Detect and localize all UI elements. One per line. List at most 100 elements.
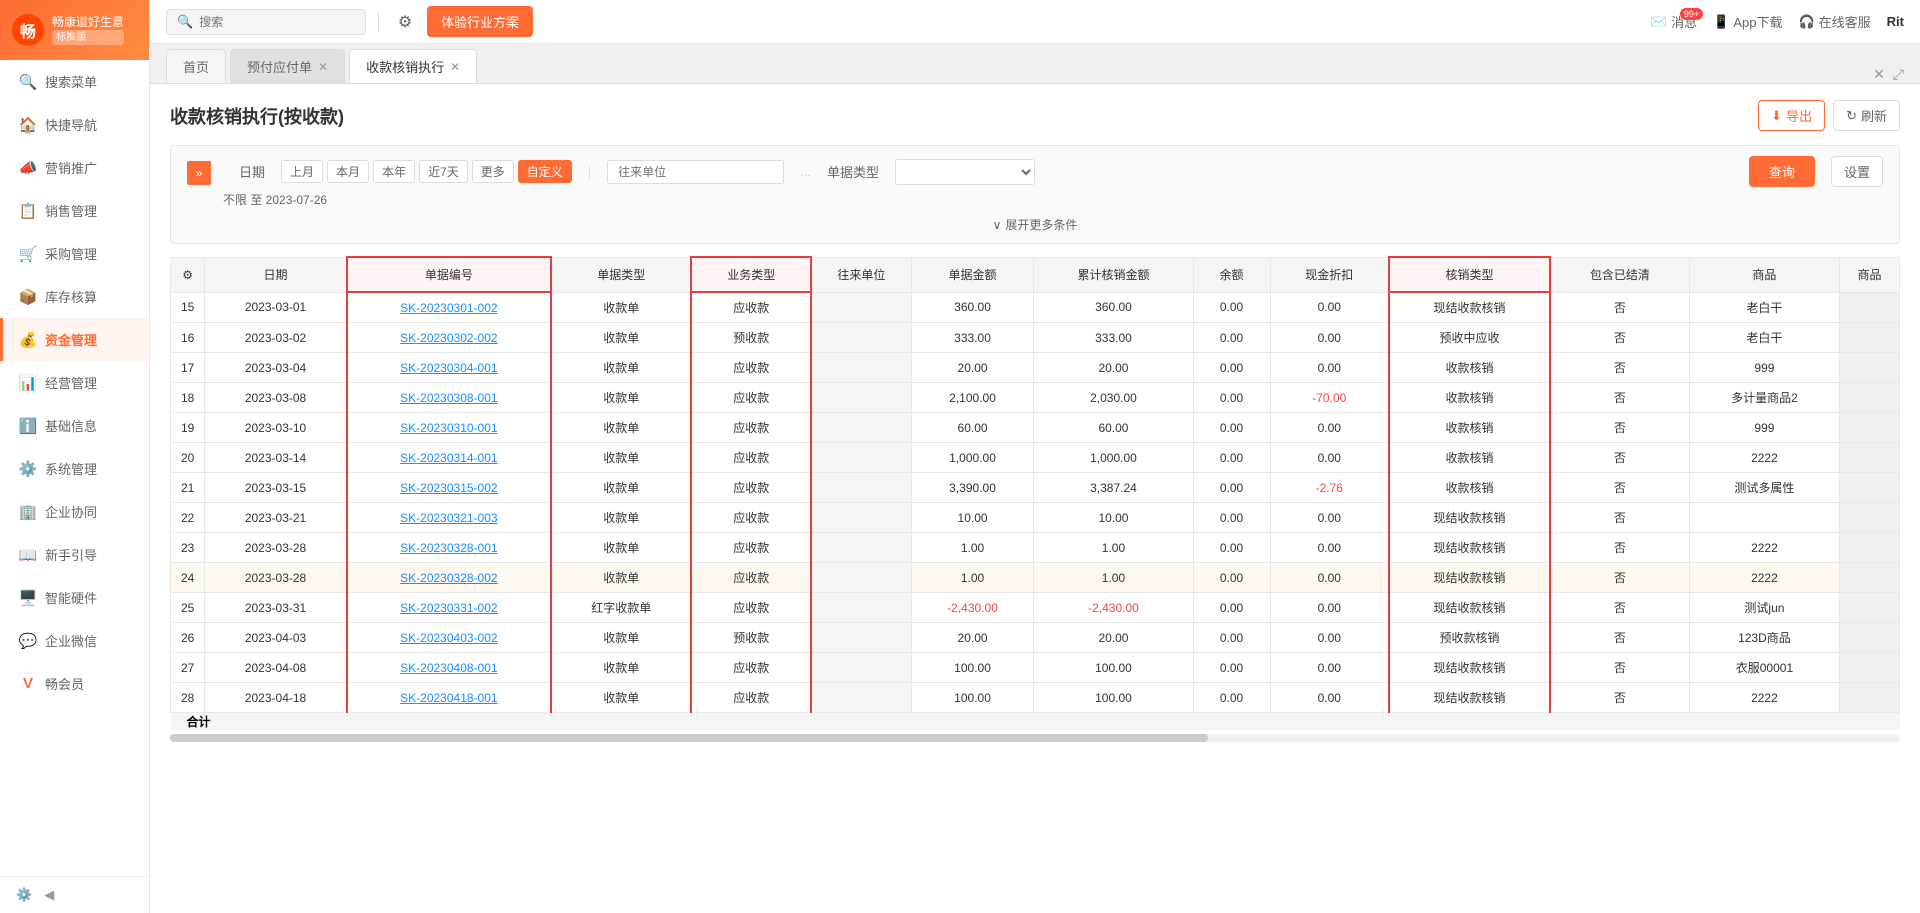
cell-bill-no: SK-20230418-001 xyxy=(347,683,551,713)
cell-amount: 1,000.00 xyxy=(911,443,1034,473)
cell-verify-type: 现结收款核销 xyxy=(1389,533,1550,563)
tab-payable[interactable]: 预付应付单 ✕ xyxy=(230,49,345,83)
sidebar-item-marketing[interactable]: 📣 营销推广 xyxy=(0,146,149,189)
cell-verify-type: 预收中应收 xyxy=(1389,323,1550,353)
bill-no-link[interactable]: SK-20230321-003 xyxy=(400,511,497,525)
bill-no-link[interactable]: SK-20230314-001 xyxy=(400,451,497,465)
col-date[interactable]: 日期 xyxy=(205,257,347,292)
tab-maximize-icon[interactable]: ⤢ xyxy=(1893,66,1904,83)
cell-bill-type: 收款单 xyxy=(551,383,691,413)
filter-partner-input[interactable] xyxy=(607,160,784,184)
cell-goods2 xyxy=(1840,323,1900,353)
filter-custom-date[interactable]: 自定义 xyxy=(518,160,572,183)
bill-no-link[interactable]: SK-20230310-001 xyxy=(400,421,497,435)
sidebar-item-finance[interactable]: 💰 资金管理 xyxy=(0,318,149,361)
col-biz-type[interactable]: 业务类型 xyxy=(691,257,811,292)
industry-btn[interactable]: 体验行业方案 xyxy=(427,6,533,37)
topbar-search-box[interactable]: 🔍 xyxy=(166,9,366,35)
sidebar-item-sales[interactable]: 📋 销售管理 xyxy=(0,189,149,232)
col-settings[interactable]: ⚙ xyxy=(171,257,205,292)
sidebar-item-system[interactable]: ⚙️ 系统管理 xyxy=(0,447,149,490)
sidebar-item-quicknav[interactable]: 🏠 快捷导航 xyxy=(0,103,149,146)
bill-no-link[interactable]: SK-20230418-001 xyxy=(400,691,497,705)
cell-verified: 333.00 xyxy=(1034,323,1193,353)
user-info[interactable]: Rit xyxy=(1887,14,1904,29)
sidebar-item-search[interactable]: 🔍 搜索菜单 xyxy=(0,60,149,103)
bill-no-link[interactable]: SK-20230408-001 xyxy=(400,661,497,675)
bill-no-link[interactable]: SK-20230328-001 xyxy=(400,541,497,555)
filter-row-1: » 日期 上月 本月 本年 近7天 更多 自定义 | ... 单据类型 查询 xyxy=(187,156,1883,187)
sidebar-item-business[interactable]: 📊 经营管理 xyxy=(0,361,149,404)
sidebar-item-guide[interactable]: 📖 新手引导 xyxy=(0,533,149,576)
tab-receipt-exec-close[interactable]: ✕ xyxy=(450,60,460,74)
tab-payable-close[interactable]: ✕ xyxy=(318,60,328,74)
hardware-icon: 🖥️ xyxy=(19,589,37,607)
cell-balance: 0.00 xyxy=(1193,653,1270,683)
sidebar-item-member[interactable]: V 畅会员 xyxy=(0,662,149,705)
col-included[interactable]: 包含已结清 xyxy=(1550,257,1689,292)
bill-no-link[interactable]: SK-20230301-002 xyxy=(400,301,497,315)
logo-icon: 畅 xyxy=(12,14,44,46)
tab-receipt-exec[interactable]: 收款核销执行 ✕ xyxy=(349,49,477,83)
cell-goods1: 测试多属性 xyxy=(1689,473,1839,503)
col-bill-no[interactable]: 单据编号 xyxy=(347,257,551,292)
bill-no-link[interactable]: SK-20230328-002 xyxy=(400,571,497,585)
online-service-btn[interactable]: 🎧 在线客服 xyxy=(1798,12,1870,31)
sidebar-item-inventory[interactable]: 📦 库存核算 xyxy=(0,275,149,318)
sidebar-item-basic[interactable]: ℹ️ 基础信息 xyxy=(0,404,149,447)
sidebar-item-enterprise[interactable]: 🏢 企业协同 xyxy=(0,490,149,533)
bill-no-link[interactable]: SK-20230315-002 xyxy=(400,481,497,495)
filter-last-month[interactable]: 上月 xyxy=(281,160,323,183)
cell-verified: 2,030.00 xyxy=(1034,383,1193,413)
export-btn[interactable]: ⬇ 导出 xyxy=(1758,100,1825,131)
sidebar-item-hardware[interactable]: 🖥️ 智能硬件 xyxy=(0,576,149,619)
refresh-btn[interactable]: ↻ 刷新 xyxy=(1833,100,1900,131)
app-download-btn[interactable]: 📱 App下载 xyxy=(1713,12,1782,31)
bill-no-link[interactable]: SK-20230403-002 xyxy=(400,631,497,645)
col-goods1[interactable]: 商品 xyxy=(1689,257,1839,292)
cell-biz-type: 应收款 xyxy=(691,353,811,383)
filter-more-date[interactable]: 更多 xyxy=(472,160,514,183)
col-verified[interactable]: 累计核销金额 xyxy=(1034,257,1193,292)
col-bill-type[interactable]: 单据类型 xyxy=(551,257,691,292)
cell-amount: 3,390.00 xyxy=(911,473,1034,503)
filter-this-year[interactable]: 本年 xyxy=(373,160,415,183)
cell-partner xyxy=(811,533,911,563)
horizontal-scrollbar[interactable] xyxy=(170,734,1900,742)
sidebar-item-purchase[interactable]: 🛒 采购管理 xyxy=(0,232,149,275)
message-btn[interactable]: ✉️ 消息 99+ xyxy=(1651,12,1697,31)
filter-7days[interactable]: 近7天 xyxy=(419,160,468,183)
purchase-icon: 🛒 xyxy=(19,245,37,263)
col-discount[interactable]: 现金折扣 xyxy=(1270,257,1389,292)
cell-bill-type: 收款单 xyxy=(551,292,691,323)
cell-discount: 0.00 xyxy=(1270,292,1389,323)
filter-bill-type-select[interactable] xyxy=(895,159,1035,185)
topbar-gear-icon[interactable]: ⚙ xyxy=(391,8,419,36)
cell-included: 否 xyxy=(1550,443,1689,473)
settings-bottom-icon[interactable]: ⚙️ xyxy=(16,887,32,903)
filter-this-month[interactable]: 本月 xyxy=(327,160,369,183)
query-btn[interactable]: 查询 xyxy=(1749,156,1815,187)
tab-close-all-icon[interactable]: ✕ xyxy=(1873,66,1885,83)
cell-verified: 100.00 xyxy=(1034,653,1193,683)
sidebar-item-wechat[interactable]: 💬 企业微信 xyxy=(0,619,149,662)
tab-home[interactable]: 首页 xyxy=(166,49,226,83)
bill-no-link[interactable]: SK-20230308-001 xyxy=(400,391,497,405)
bill-no-link[interactable]: SK-20230302-002 xyxy=(400,331,497,345)
bill-no-link[interactable]: SK-20230304-001 xyxy=(400,361,497,375)
filter-dots: ... xyxy=(800,164,811,179)
col-goods2[interactable]: 商品 xyxy=(1840,257,1900,292)
col-balance[interactable]: 余额 xyxy=(1193,257,1270,292)
col-verify-type[interactable]: 核销类型 xyxy=(1389,257,1550,292)
filter-settings-btn[interactable]: 设置 xyxy=(1831,156,1883,187)
expand-more-btn[interactable]: ∨ 展开更多条件 xyxy=(187,216,1883,233)
filter-toggle-btn[interactable]: » xyxy=(187,161,211,185)
page-actions: ⬇ 导出 ↻ 刷新 xyxy=(1758,100,1900,131)
cell-partner xyxy=(811,292,911,323)
topbar-search-input[interactable] xyxy=(199,15,329,29)
bill-no-link[interactable]: SK-20230331-002 xyxy=(400,601,497,615)
col-partner[interactable]: 往来单位 xyxy=(811,257,911,292)
collapse-icon[interactable]: ◀ xyxy=(44,887,54,903)
cell-no: 21 xyxy=(171,473,205,503)
col-amount[interactable]: 单据金额 xyxy=(911,257,1034,292)
